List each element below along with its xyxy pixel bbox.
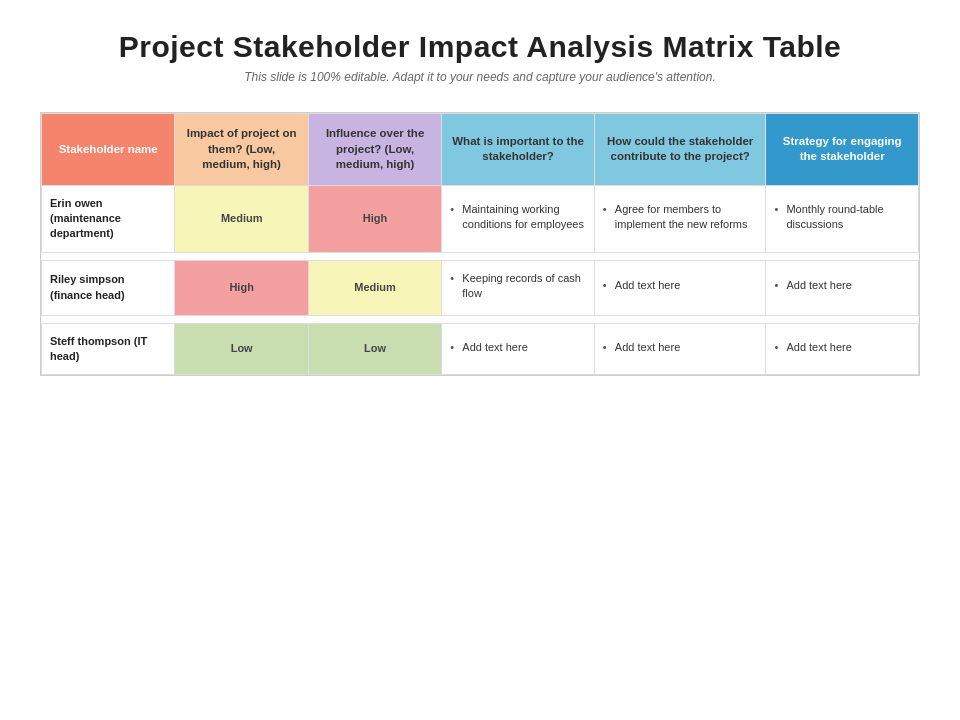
page-subtitle: This slide is 100% editable. Adapt it to… <box>244 70 715 84</box>
header-col2: Impact of project on them? (Low, medium,… <box>175 114 308 186</box>
strategy-cell: Add text here <box>766 260 919 315</box>
stakeholder-name: Erin owen (maintenance department) <box>42 185 175 252</box>
important-cell: Maintaining working conditions for emplo… <box>442 185 595 252</box>
matrix-table: Stakeholder name Impact of project on th… <box>41 113 919 375</box>
important-cell: Keeping records of cash flow <box>442 260 595 315</box>
header-col5: How could the stakeholder contribute to … <box>594 114 766 186</box>
contribute-cell: Add text here <box>594 260 766 315</box>
list-item: Agree for members to implement the new r… <box>603 202 758 233</box>
impact-value: Medium <box>175 185 308 252</box>
list-item: Monthly round-table discussions <box>774 202 910 233</box>
list-item: Add text here <box>450 340 586 355</box>
list-item: Keeping records of cash flow <box>450 271 586 302</box>
table-row: Steff thompson (IT head)LowLowAdd text h… <box>42 323 919 375</box>
matrix-table-container: Stakeholder name Impact of project on th… <box>40 112 920 376</box>
impact-value: High <box>175 260 308 315</box>
impact-value: Low <box>175 323 308 375</box>
list-item: Add text here <box>603 278 758 293</box>
strategy-cell: Add text here <box>766 323 919 375</box>
contribute-cell: Add text here <box>594 323 766 375</box>
header-col3: Influence over the project? (Low, medium… <box>308 114 441 186</box>
important-cell: Add text here <box>442 323 595 375</box>
contribute-cell: Agree for members to implement the new r… <box>594 185 766 252</box>
influence-value: High <box>308 185 441 252</box>
list-item: Add text here <box>774 278 910 293</box>
influence-value: Medium <box>308 260 441 315</box>
table-row: Erin owen (maintenance department)Medium… <box>42 185 919 252</box>
stakeholder-name: Riley simpson (finance head) <box>42 260 175 315</box>
strategy-cell: Monthly round-table discussions <box>766 185 919 252</box>
page-title: Project Stakeholder Impact Analysis Matr… <box>119 30 842 64</box>
header-col6: Strategy for engaging the stakeholder <box>766 114 919 186</box>
page: Project Stakeholder Impact Analysis Matr… <box>0 0 960 720</box>
list-item: Maintaining working conditions for emplo… <box>450 202 586 233</box>
list-item: Add text here <box>603 340 758 355</box>
table-body: Erin owen (maintenance department)Medium… <box>42 185 919 375</box>
separator-row <box>42 252 919 260</box>
header-col1: Stakeholder name <box>42 114 175 186</box>
header-row: Stakeholder name Impact of project on th… <box>42 114 919 186</box>
stakeholder-name: Steff thompson (IT head) <box>42 323 175 375</box>
influence-value: Low <box>308 323 441 375</box>
header-col4: What is important to the stakeholder? <box>442 114 595 186</box>
list-item: Add text here <box>774 340 910 355</box>
separator-row <box>42 315 919 323</box>
table-row: Riley simpson (finance head)HighMedium Ke… <box>42 260 919 315</box>
